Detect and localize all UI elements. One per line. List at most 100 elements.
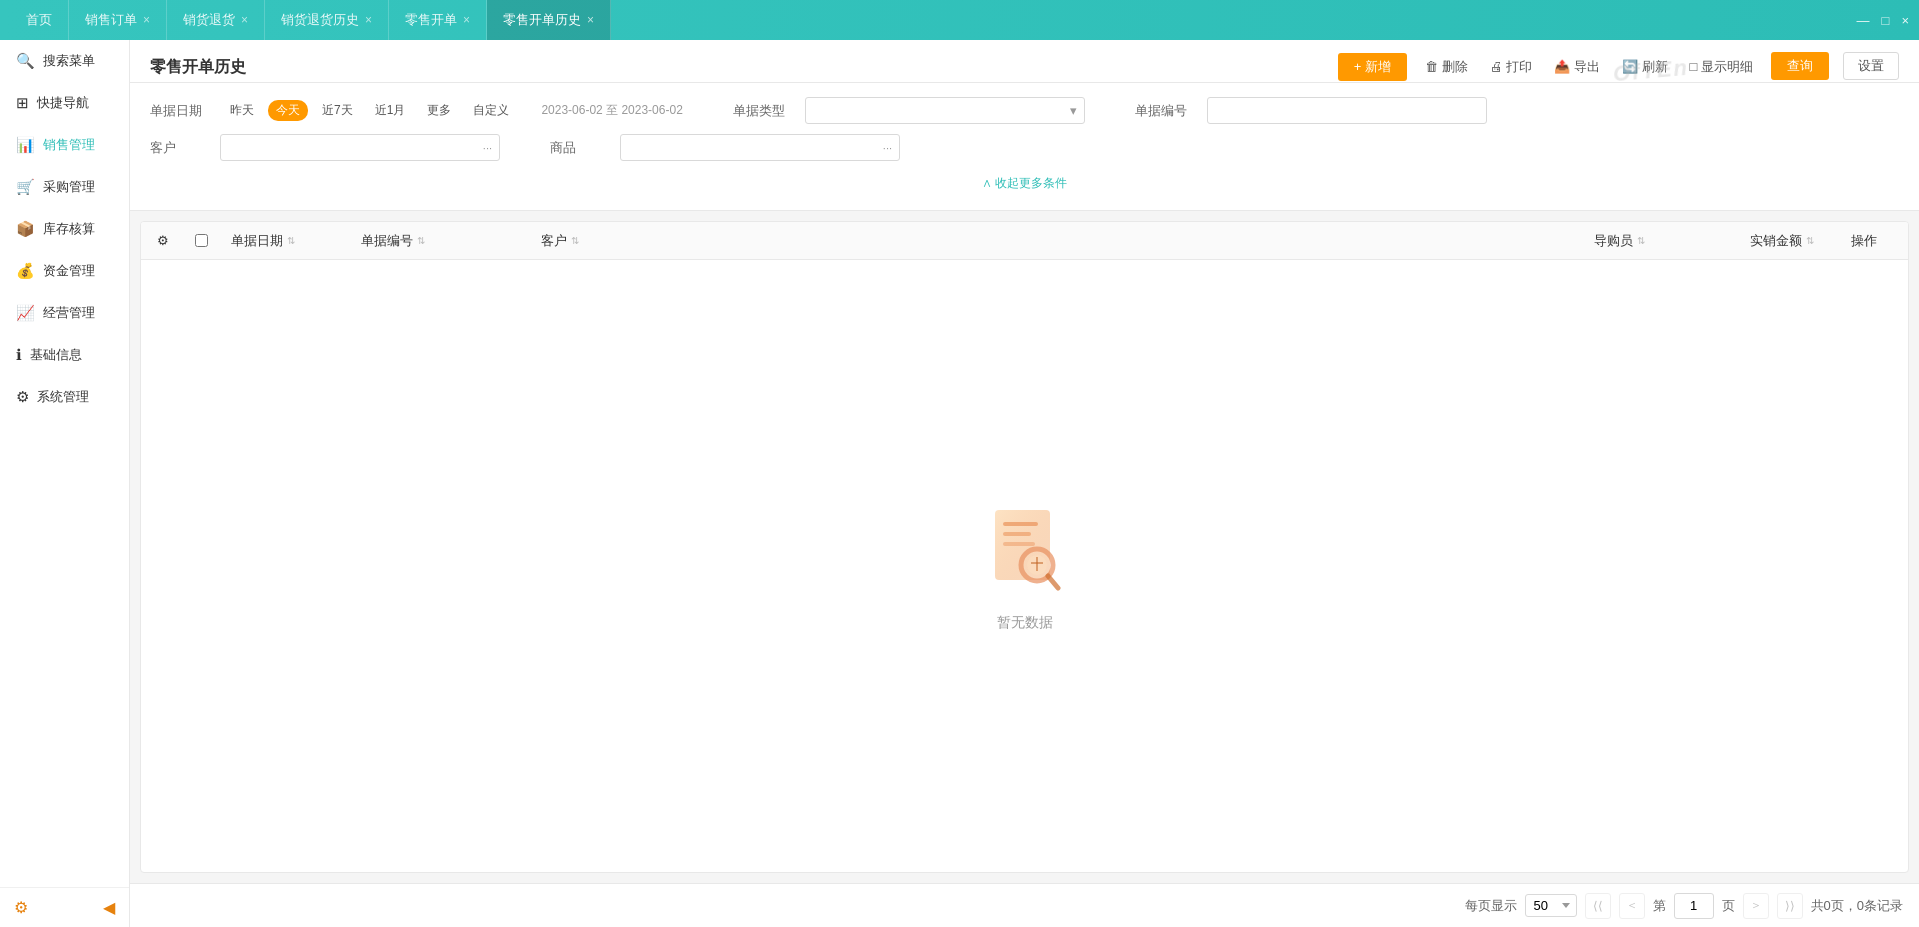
product-label: 商品	[550, 139, 600, 157]
tab-close-零售开单[interactable]: ×	[463, 13, 470, 27]
date-option-自定义[interactable]: 自定义	[465, 100, 517, 121]
table-header: ⚙ 单据日期⇅ 单据编号⇅ 客户⇅ 导购员⇅ 实销金额⇅	[141, 222, 1908, 260]
close-btn[interactable]: ×	[1901, 13, 1909, 28]
tab-close-销售订单[interactable]: ×	[143, 13, 150, 27]
sidebar-item-6[interactable]: 📈 经营管理	[0, 292, 129, 334]
top-bar: 首页销售订单 ×销货退货 ×销货退货历史 ×零售开单 ×零售开单历史 × — □…	[0, 0, 1919, 40]
svg-rect-1	[1003, 522, 1038, 526]
product-input[interactable]	[620, 134, 900, 161]
th-settings[interactable]: ⚙	[145, 233, 181, 248]
tab-close-零售开单历史[interactable]: ×	[587, 13, 594, 27]
th-checkbox[interactable]	[181, 234, 221, 247]
sidebar-icon-4: 📦	[16, 220, 35, 238]
sidebar-label-8: 系统管理	[37, 388, 89, 406]
sidebar-icon-5: 💰	[16, 262, 35, 280]
number-label: 单据编号	[1135, 102, 1187, 120]
date-options: 昨天今天近7天近1月更多自定义	[222, 100, 517, 121]
sidebar-icon-2: 📊	[16, 136, 35, 154]
sidebar-icon-1: ⊞	[16, 94, 29, 112]
filter-area: 单据日期 昨天今天近7天近1月更多自定义 2023-06-02 至 2023-0…	[130, 83, 1919, 211]
sidebar-item-4[interactable]: 📦 库存核算	[0, 208, 129, 250]
sidebar-settings-icon[interactable]: ⚙	[14, 898, 28, 917]
sidebar-icon-8: ⚙	[16, 388, 29, 406]
customer-input-wrap: ···	[220, 134, 500, 161]
sidebar-icon-3: 🛒	[16, 178, 35, 196]
page-suffix: 页	[1722, 897, 1735, 915]
svg-rect-2	[1003, 532, 1031, 536]
content-area: 零售开单历史 + 新增 🗑 删除 🖨 打印 📤 导出 🔄 刷新 □ 显示明细 查…	[130, 40, 1919, 927]
collapse-bar[interactable]: ∧ 收起更多条件	[150, 171, 1899, 196]
sidebar-footer: ⚙ ◀	[0, 887, 129, 927]
maximize-btn[interactable]: □	[1882, 13, 1890, 28]
tab-零售开单历史[interactable]: 零售开单历史 ×	[487, 0, 611, 40]
pagination: 每页显示 50 100 ⟨⟨ ＜ 第 1 页 ＞ ⟩⟩ 共0页，0条记录	[130, 883, 1919, 927]
sidebar-label-3: 采购管理	[43, 178, 95, 196]
date-option-更多[interactable]: 更多	[419, 100, 459, 121]
tab-首页[interactable]: 首页	[10, 0, 69, 40]
sidebar-label-1: 快捷导航	[37, 94, 89, 112]
page-label: 第	[1653, 897, 1666, 915]
sidebar-label-5: 资金管理	[43, 262, 95, 280]
sidebar-item-5[interactable]: 💰 资金管理	[0, 250, 129, 292]
sidebar-icon-6: 📈	[16, 304, 35, 322]
customer-label: 客户	[150, 139, 200, 157]
tab-销货退货历史[interactable]: 销货退货历史 ×	[265, 0, 389, 40]
tab-销货退货[interactable]: 销货退货 ×	[167, 0, 265, 40]
sidebar-label-6: 经营管理	[43, 304, 95, 322]
next-page-btn[interactable]: ＞	[1743, 893, 1769, 919]
page-input[interactable]: 1	[1674, 893, 1714, 919]
per-page-label: 每页显示	[1465, 897, 1517, 915]
sidebar-item-7[interactable]: ℹ基础信息	[0, 334, 129, 376]
customer-dots[interactable]: ···	[483, 142, 492, 154]
tab-close-销货退货[interactable]: ×	[241, 13, 248, 27]
th-actions: 操作	[1824, 232, 1904, 250]
type-label: 单据类型	[733, 102, 785, 120]
query-button[interactable]: 查询	[1771, 52, 1829, 80]
settings-button[interactable]: 设置	[1843, 52, 1899, 80]
sidebar-icon-7: ℹ	[16, 346, 22, 364]
minimize-btn[interactable]: —	[1857, 13, 1870, 28]
add-button[interactable]: + 新增	[1338, 53, 1407, 81]
sidebar-item-1[interactable]: ⊞ 快捷导航	[0, 82, 129, 124]
sidebar-item-0[interactable]: 🔍搜索菜单	[0, 40, 129, 82]
number-input[interactable]	[1207, 97, 1487, 124]
main-layout: 🔍搜索菜单 ⊞ 快捷导航 📊销售管理 🛒 采购管理 📦 库存核算 💰 资金管理 📈 经营管理 ℹ基础信息…	[0, 40, 1919, 927]
export-button[interactable]: 📤 导出	[1550, 58, 1604, 76]
type-select[interactable]	[805, 97, 1085, 124]
tab-销售订单[interactable]: 销售订单 ×	[69, 0, 167, 40]
delete-button[interactable]: 🗑 删除	[1421, 58, 1472, 76]
sidebar-item-8[interactable]: ⚙ 系统管理	[0, 376, 129, 418]
customer-input[interactable]	[220, 134, 500, 161]
tab-close-销货退货历史[interactable]: ×	[365, 13, 372, 27]
svg-line-6	[1048, 576, 1058, 588]
date-option-近7天[interactable]: 近7天	[314, 100, 361, 121]
th-date[interactable]: 单据日期⇅	[221, 232, 351, 250]
th-number[interactable]: 单据编号⇅	[351, 232, 531, 250]
display-detail-button[interactable]: □ 显示明细	[1686, 58, 1757, 76]
window-controls: — □ ×	[1857, 13, 1909, 28]
date-option-近1月[interactable]: 近1月	[367, 100, 414, 121]
svg-rect-3	[1003, 542, 1035, 546]
print-button[interactable]: 🖨 打印	[1486, 58, 1537, 76]
sidebar-nav: 🔍搜索菜单 ⊞ 快捷导航 📊销售管理 🛒 采购管理 📦 库存核算 💰 资金管理 📈 经营管理 ℹ基础信息…	[0, 40, 129, 887]
select-all-checkbox[interactable]	[195, 234, 208, 247]
date-option-昨天[interactable]: 昨天	[222, 100, 262, 121]
th-guide[interactable]: 导购员⇅	[1584, 232, 1704, 250]
product-dots[interactable]: ···	[883, 142, 892, 154]
sidebar-label-0: 搜索菜单	[43, 52, 95, 70]
refresh-button[interactable]: 🔄 刷新	[1618, 58, 1672, 76]
first-page-btn[interactable]: ⟨⟨	[1585, 893, 1611, 919]
prev-page-btn[interactable]: ＜	[1619, 893, 1645, 919]
sidebar-item-2[interactable]: 📊销售管理	[0, 124, 129, 166]
per-page-select[interactable]: 50 100	[1525, 894, 1577, 917]
tab-零售开单[interactable]: 零售开单 ×	[389, 0, 487, 40]
sidebar-item-3[interactable]: 🛒 采购管理	[0, 166, 129, 208]
sidebar-label-4: 库存核算	[43, 220, 95, 238]
date-option-今天[interactable]: 今天	[268, 100, 308, 121]
sidebar-collapse-icon[interactable]: ◀	[103, 898, 115, 917]
th-customer[interactable]: 客户⇅	[531, 232, 1584, 250]
date-range-text: 2023-06-02 至 2023-06-02	[541, 102, 682, 119]
last-page-btn[interactable]: ⟩⟩	[1777, 893, 1803, 919]
th-amount[interactable]: 实销金额⇅	[1704, 232, 1824, 250]
product-input-wrap: ···	[620, 134, 900, 161]
